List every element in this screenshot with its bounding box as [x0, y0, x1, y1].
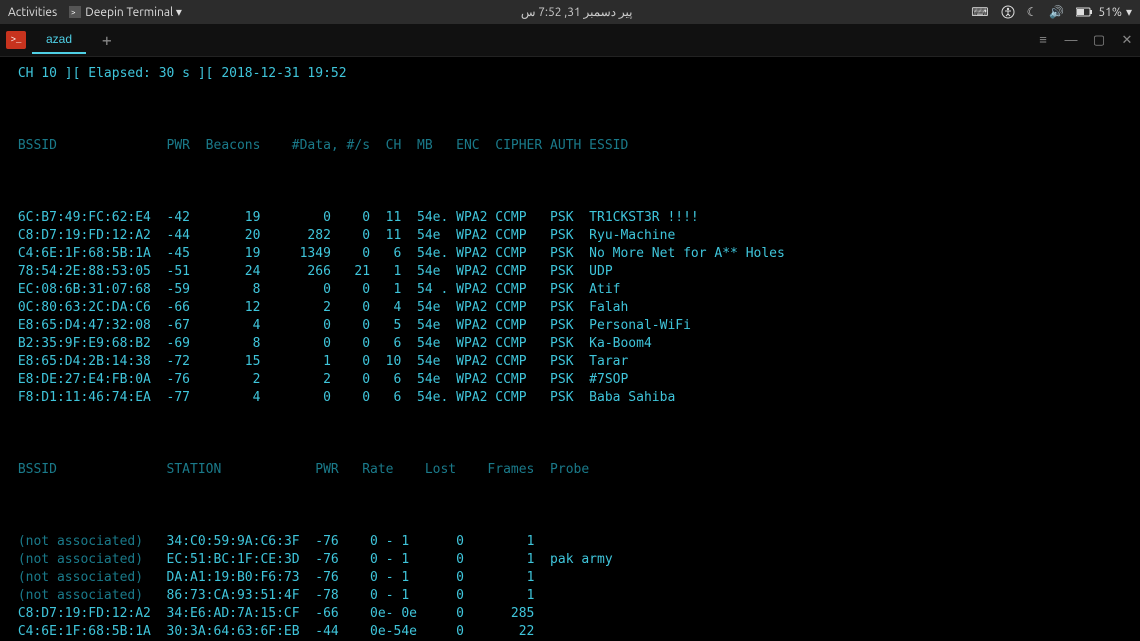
maximize-button[interactable]: ▢	[1092, 32, 1106, 48]
accessibility-icon[interactable]	[1001, 5, 1015, 19]
app-icon	[6, 31, 26, 49]
app-menu-label: Deepin Terminal ▾	[85, 5, 182, 19]
blank-line	[10, 101, 1130, 119]
new-tab-button[interactable]: +	[92, 31, 122, 50]
station-row: (not associated) 86:73:CA:93:51:4F -78 0…	[10, 587, 1130, 605]
station-table-header: BSSID STATION PWR Rate Lost Frames Probe	[10, 461, 1130, 479]
chevron-down-icon: ▾	[1126, 5, 1132, 19]
ap-row: C4:6E:1F:68:5B:1A -45 19 1349 0 6 54e. W…	[10, 245, 1130, 263]
svg-text:>: >	[71, 8, 76, 17]
station-row: C4:6E:1F:68:5B:1A 30:3A:64:63:6F:EB -44 …	[10, 623, 1130, 641]
battery-indicator[interactable]: 51% ▾	[1076, 5, 1132, 19]
station-row: C8:D7:19:FD:12:A2 34:E6:AD:7A:15:CF -66 …	[10, 605, 1130, 623]
night-mode-icon[interactable]: ☾	[1027, 5, 1038, 19]
battery-icon	[1076, 7, 1094, 17]
ap-row: B2:35:9F:E9:68:B2 -69 8 0 0 6 54e WPA2 C…	[10, 335, 1130, 353]
ap-row: 78:54:2E:88:53:05 -51 24 266 21 1 54e WP…	[10, 263, 1130, 281]
clock[interactable]: پیر دسمبر 31, 7:52 س	[182, 5, 971, 19]
terminal-icon: >	[69, 6, 81, 18]
station-row: (not associated) EC:51:BC:1F:CE:3D -76 0…	[10, 551, 1130, 569]
terminal-output[interactable]: CH 10 ][ Elapsed: 30 s ][ 2018-12-31 19:…	[0, 57, 1140, 641]
tab-active[interactable]: azad	[32, 26, 86, 54]
blank-line	[10, 173, 1130, 191]
ap-row: E8:65:D4:47:32:08 -67 4 0 0 5 54e WPA2 C…	[10, 317, 1130, 335]
ap-row: 0C:80:63:2C:DA:C6 -66 12 2 0 4 54e WPA2 …	[10, 299, 1130, 317]
ap-table-header: BSSID PWR Beacons #Data, #/s CH MB ENC C…	[10, 137, 1130, 155]
ap-row: EC:08:6B:31:07:68 -59 8 0 0 1 54 . WPA2 …	[10, 281, 1130, 299]
activities-button[interactable]: Activities	[8, 6, 57, 19]
app-menu[interactable]: > Deepin Terminal ▾	[69, 5, 182, 19]
blank-line	[10, 497, 1130, 515]
status-line: CH 10 ][ Elapsed: 30 s ][ 2018-12-31 19:…	[10, 65, 1130, 83]
terminal-titlebar: azad + ≡ — ▢ ✕	[0, 24, 1140, 57]
ap-row: E8:65:D4:2B:14:38 -72 15 1 0 10 54e WPA2…	[10, 353, 1130, 371]
desktop-topbar: Activities > Deepin Terminal ▾ پیر دسمبر…	[0, 0, 1140, 24]
volume-icon[interactable]: 🔊	[1049, 5, 1064, 19]
station-row: (not associated) 34:C0:59:9A:C6:3F -76 0…	[10, 533, 1130, 551]
keyboard-layout-icon[interactable]: ⌨	[971, 5, 988, 19]
ap-row: C8:D7:19:FD:12:A2 -44 20 282 0 11 54e WP…	[10, 227, 1130, 245]
close-button[interactable]: ✕	[1120, 32, 1134, 48]
station-row: (not associated) DA:A1:19:B0:F6:73 -76 0…	[10, 569, 1130, 587]
ap-row: F8:D1:11:46:74:EA -77 4 0 0 6 54e. WPA2 …	[10, 389, 1130, 407]
ap-row: 6C:B7:49:FC:62:E4 -42 19 0 0 11 54e. WPA…	[10, 209, 1130, 227]
menu-button[interactable]: ≡	[1036, 32, 1050, 48]
battery-percent: 51%	[1098, 6, 1122, 19]
ap-row: E8:DE:27:E4:FB:0A -76 2 2 0 6 54e WPA2 C…	[10, 371, 1130, 389]
minimize-button[interactable]: —	[1064, 32, 1078, 48]
blank-line	[10, 425, 1130, 443]
